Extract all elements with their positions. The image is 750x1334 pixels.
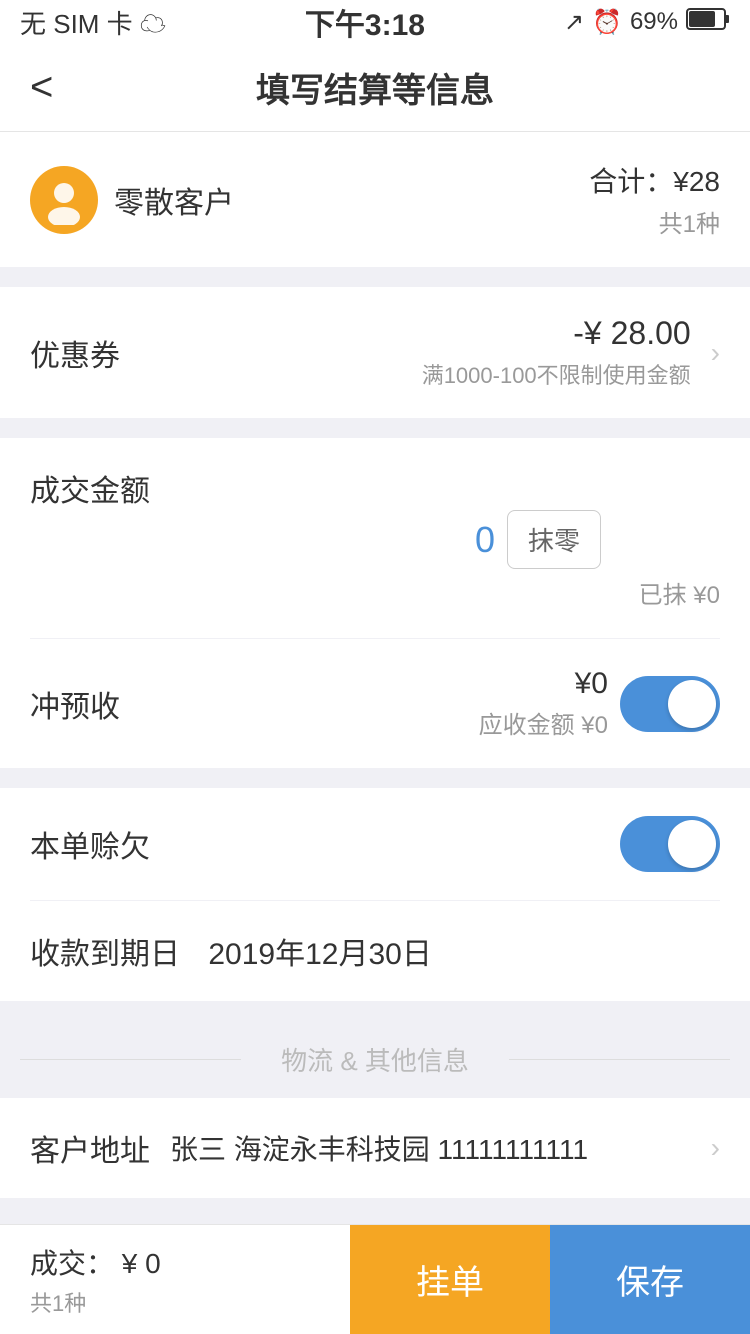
nav-bar: < 填写结算等信息 (0, 44, 750, 132)
customer-right: 合计：¥28 共1种 (589, 160, 720, 239)
coupon-right: -¥ 28.00 满1000-100不限制使用金额 › (422, 315, 720, 390)
bottom-summary: 成交： ¥ 0 共1种 (0, 1242, 350, 1318)
coupon-value-block: -¥ 28.00 满1000-100不限制使用金额 (422, 315, 691, 390)
customer-section: 零散客户 合计：¥28 共1种 (0, 132, 750, 267)
due-date-value: 2019年12月30日 (208, 938, 431, 971)
nav-title: 填写结算等信息 (256, 63, 494, 112)
due-date-section: 收款到期日 2019年12月30日 (30, 929, 432, 973)
prepayment-right: ¥0 应收金额 ¥0 (479, 667, 720, 740)
sim-status: 无 SIM 卡 ☁ (20, 4, 166, 41)
bottom-deal-label: 成交： (30, 1248, 114, 1279)
chevron-right-icon: › (711, 337, 720, 369)
deal-amount-input[interactable] (30, 519, 495, 561)
coupon-description: 满1000-100不限制使用金额 (422, 358, 691, 390)
already-rounded-text: 已抹 ¥0 (639, 582, 720, 609)
status-right: ↗ ⏰ 69% (564, 8, 730, 37)
customer-name: 零散客户 (114, 178, 234, 222)
pending-button[interactable]: 挂单 (350, 1225, 550, 1334)
address-chevron-icon: › (711, 1132, 720, 1164)
total-amount: 合计：¥28 (589, 160, 720, 200)
battery-icon (686, 8, 730, 37)
total-count: 共1种 (589, 204, 720, 239)
address-label: 客户地址 (30, 1126, 150, 1170)
logistics-divider: 物流 & 其他信息 (0, 1021, 750, 1098)
coupon-label: 优惠券 (30, 331, 120, 375)
debt-row: 本单赊欠 (30, 788, 720, 901)
prepayment-label: 冲预收 (30, 682, 120, 726)
location-icon: ↗ (564, 8, 584, 37)
divider-6 (0, 1198, 750, 1218)
toggle-knob (668, 680, 716, 728)
status-time: 下午3:18 (305, 0, 425, 44)
coupon-section: 优惠券 -¥ 28.00 满1000-100不限制使用金额 › (0, 287, 750, 418)
logistics-label: 物流 & 其他信息 (281, 1041, 469, 1078)
divider-2 (0, 418, 750, 438)
battery-percent: 69% (630, 8, 678, 36)
status-left: 无 SIM 卡 ☁ (20, 4, 166, 41)
prepayment-toggle[interactable] (620, 676, 720, 732)
deal-amount-right: 抹零 (30, 510, 601, 569)
divider-4 (0, 1001, 750, 1021)
bottom-count: 共1种 (30, 1286, 320, 1318)
save-button[interactable]: 保存 (550, 1225, 750, 1334)
coupon-row[interactable]: 优惠券 -¥ 28.00 满1000-100不限制使用金额 › (30, 287, 720, 418)
due-date-row: 收款到期日 2019年12月30日 (30, 901, 720, 1001)
due-date-label: 收款到期日 (30, 938, 180, 971)
debt-section: 本单赊欠 收款到期日 2019年12月30日 (0, 788, 750, 1001)
bottom-deal-value: ¥ 0 (122, 1248, 161, 1279)
divider-3 (0, 768, 750, 788)
prepayment-row: 冲预收 ¥0 应收金额 ¥0 (30, 639, 720, 768)
debt-right (620, 816, 720, 872)
debt-toggle[interactable] (620, 816, 720, 872)
deal-amount-label: 成交金额 (30, 466, 150, 510)
bottom-deal-line: 成交： ¥ 0 (30, 1242, 320, 1282)
status-bar: 无 SIM 卡 ☁ 下午3:18 ↗ ⏰ 69% (0, 0, 750, 44)
debt-toggle-knob (668, 820, 716, 868)
logistics-line-left (20, 1059, 241, 1060)
address-value: 张三 海淀永丰科技园 11111111111 (170, 1128, 701, 1168)
alarm-icon: ⏰ (592, 8, 622, 37)
deal-section: 成交金额 抹零 已抹 ¥0 冲预收 ¥0 应收金额 ¥0 (0, 438, 750, 768)
prepay-value: ¥0 (479, 667, 608, 701)
coupon-discount: -¥ 28.00 (422, 315, 691, 352)
prepayment-value-block: ¥0 应收金额 ¥0 (479, 667, 608, 740)
bottom-bar: 成交： ¥ 0 共1种 挂单 保存 (0, 1224, 750, 1334)
round-zero-button[interactable]: 抹零 (507, 510, 601, 569)
prepay-receivable: 应收金额 ¥0 (479, 705, 608, 740)
logistics-line-right (509, 1059, 730, 1060)
deal-amount-row: 成交金额 抹零 已抹 ¥0 (30, 438, 720, 639)
customer-left: 零散客户 (30, 166, 234, 234)
address-section[interactable]: 客户地址 张三 海淀永丰科技园 11111111111 › (0, 1098, 750, 1198)
back-button[interactable]: < (30, 65, 53, 110)
content-area: 零散客户 合计：¥28 共1种 优惠券 -¥ 28.00 满1000-100不限… (0, 132, 750, 1328)
debt-label: 本单赊欠 (30, 822, 150, 866)
divider-1 (0, 267, 750, 287)
avatar (30, 166, 98, 234)
